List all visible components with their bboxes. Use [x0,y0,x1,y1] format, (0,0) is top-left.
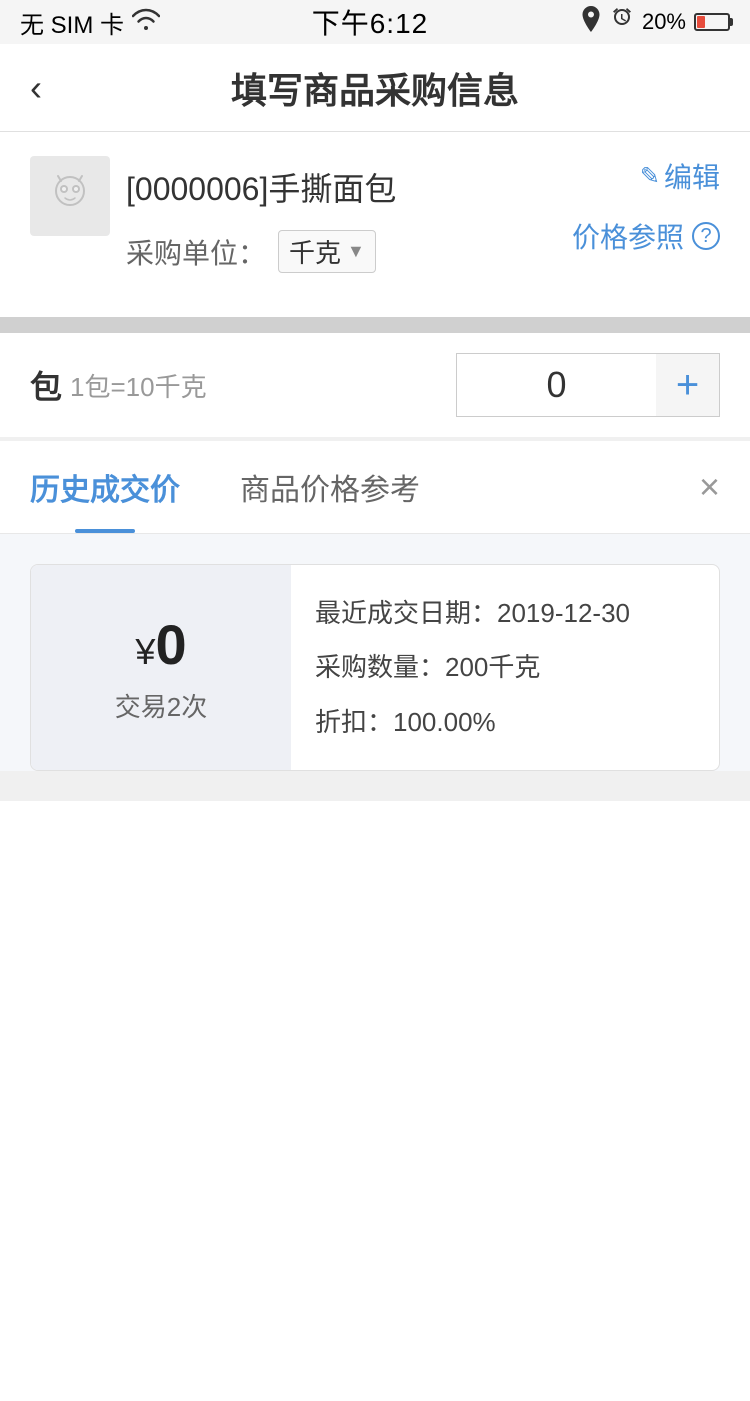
quantity-conversion: 1包=10千克 [70,367,207,404]
transaction-details: 最近成交日期：2019-12-30 采购数量：200千克 折扣：100.00% [291,565,719,770]
quantity-unit: 包 [30,362,62,408]
quantity-label: 包 1包=10千克 [30,362,207,408]
carrier-text: 无 SIM 卡 [20,5,124,40]
transaction-price: ¥0 [135,612,186,677]
edit-label: 编辑 [664,156,720,196]
back-button[interactable]: ‹ [30,67,42,109]
price-value: 0 [155,613,186,676]
modal-close-button[interactable]: × [699,466,720,508]
unit-value: 千克 [289,233,341,270]
tab-product-price-ref[interactable]: 商品价格参考 [240,441,420,533]
quantity-plus-button[interactable]: + [656,353,720,417]
product-left: [0000006]手撕面包 采购单位： 千克 ▼ [30,156,396,273]
unit-label: 采购单位： [126,232,266,272]
status-time: 下午6:12 [312,2,429,42]
detail-qty-value: 200千克 [445,652,540,682]
detail-date-value: 2019-12-30 [497,598,630,628]
section-divider [0,317,750,333]
edit-button[interactable]: ✎ 编辑 [640,156,720,196]
transaction-card: ¥0 交易2次 最近成交日期：2019-12-30 采购数量：200千克 折扣：… [30,564,720,771]
page-title: 填写商品采购信息 [231,62,519,114]
quantity-row: 包 1包=10千克 + [0,333,750,437]
product-info: [0000006]手撕面包 采购单位： 千克 ▼ [126,156,396,273]
detail-discount-value: 100.00% [393,707,496,737]
chevron-down-icon: ▼ [347,241,365,262]
battery-percent: 20% [642,9,686,35]
currency-symbol: ¥ [135,631,155,672]
alarm-icon [610,7,634,37]
product-right: ✎ 编辑 价格参照 ? [572,156,720,256]
modal-panel: 历史成交价 商品价格参考 × ¥0 交易2次 最近成交日期：2019-12-30… [0,441,750,771]
transaction-detail-quantity: 采购数量：200千克 [315,649,695,685]
page-rest [0,801,750,1401]
transaction-price-panel: ¥0 交易2次 [31,565,291,770]
tab-history-price[interactable]: 历史成交价 [30,441,180,533]
detail-discount-label: 折扣： [315,707,393,737]
transaction-detail-date: 最近成交日期：2019-12-30 [315,595,695,631]
detail-qty-label: 采购数量： [315,652,445,682]
detail-date-label: 最近成交日期： [315,598,497,628]
nav-bar: ‹ 填写商品采购信息 [0,44,750,132]
product-header: [0000006]手撕面包 采购单位： 千克 ▼ ✎ 编辑 价格参照 ? [30,156,720,273]
price-ref-help-icon[interactable]: ? [692,222,720,250]
status-bar: 无 SIM 卡 下午6:12 20% [0,0,750,44]
product-card: [0000006]手撕面包 采购单位： 千克 ▼ ✎ 编辑 价格参照 ? [0,132,750,317]
status-right: 20% [580,6,730,38]
product-name: [0000006]手撕面包 [126,164,396,210]
location-icon [580,6,602,38]
edit-icon: ✎ [640,162,660,191]
status-left: 无 SIM 卡 [20,5,160,40]
quantity-input-wrap: + [456,353,720,417]
battery-icon [694,13,730,31]
transaction-times: 交易2次 [115,687,207,724]
quantity-input[interactable] [456,353,656,417]
transaction-detail-discount: 折扣：100.00% [315,704,695,740]
wifi-icon [132,8,160,37]
price-ref-link[interactable]: 价格参照 [572,216,684,256]
product-unit-row: 采购单位： 千克 ▼ [126,230,396,273]
modal-tabs: 历史成交价 商品价格参考 × [0,441,750,534]
unit-dropdown[interactable]: 千克 ▼ [278,230,376,273]
price-ref-row: 价格参照 ? [572,216,720,256]
product-thumbnail [30,156,110,236]
